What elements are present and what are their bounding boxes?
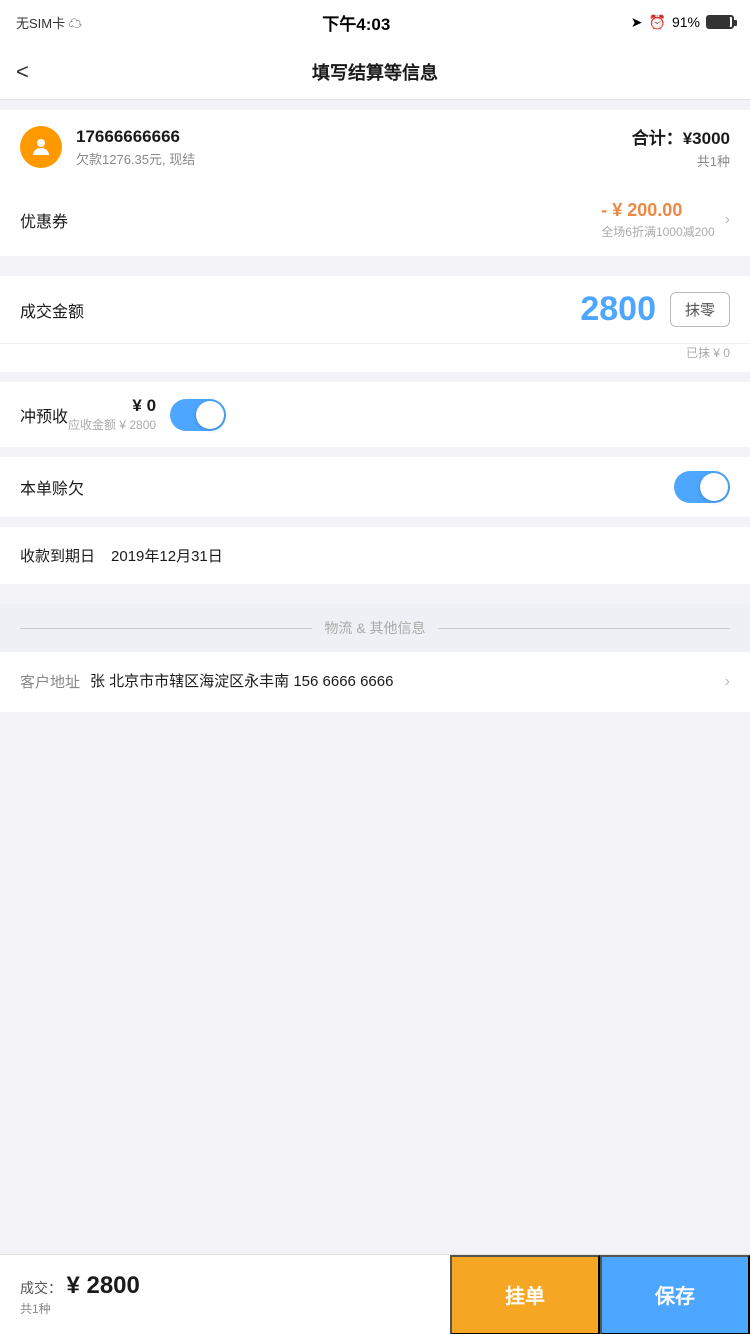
- prepay-section: 冲预收 ¥ 0 应收金额 ¥ 2800: [0, 382, 750, 447]
- prepay-row: 冲预收 ¥ 0 应收金额 ¥ 2800: [0, 382, 750, 447]
- direction-icon: ➤: [631, 14, 643, 31]
- header-line-right: [438, 628, 730, 629]
- bottom-amount: ¥ 2800: [66, 1272, 139, 1299]
- deal-amount-sub: 已抹 ¥ 0: [686, 346, 730, 360]
- hold-button[interactable]: 挂单: [450, 1255, 600, 1334]
- battery-percent: 91%: [672, 14, 700, 30]
- coupon-desc: 全场6折满1000减200: [601, 223, 714, 240]
- due-date-row: 收款到期日 2019年12月31日: [0, 527, 750, 584]
- bottom-bar: 成交： ¥ 2800 共1种 挂单 保存: [0, 1254, 750, 1334]
- credit-toggle[interactable]: [674, 471, 730, 503]
- due-date-section: 收款到期日 2019年12月31日: [0, 527, 750, 584]
- coupon-info: - ¥ 200.00 全场6折满1000减200: [601, 200, 714, 240]
- spacer-1: [0, 266, 750, 276]
- status-bar: 无SIM卡 ☁ 下午4:03 ➤ ⏰ 91%: [0, 0, 750, 44]
- bottom-deal-line: 成交： ¥ 2800: [20, 1272, 430, 1300]
- status-right: ➤ ⏰ 91%: [631, 14, 734, 31]
- customer-total: 合计：¥3000 共1种: [632, 124, 730, 170]
- bottom-count: 共1种: [20, 1300, 430, 1317]
- credit-section: 本单赊欠: [0, 457, 750, 517]
- deal-amount-row: 成交金额 2800 抹零: [0, 276, 750, 344]
- battery-fill: [708, 17, 730, 27]
- prepay-right: ¥ 0 应收金额 ¥ 2800: [68, 396, 156, 433]
- bottom-deal-label: 成交：: [20, 1280, 62, 1296]
- coupon-chevron: ›: [725, 211, 730, 229]
- total-value: ¥3000: [683, 129, 730, 148]
- credit-toggle-knob: [700, 473, 728, 501]
- round-button[interactable]: 抹零: [670, 292, 730, 327]
- bottom-spacer: [0, 722, 750, 802]
- alarm-icon: ⏰: [649, 14, 666, 31]
- total-count: 共1种: [632, 151, 730, 170]
- spacer-3: [0, 594, 750, 604]
- customer-info: 17666666666 欠款1276.35元, 现结: [76, 127, 632, 168]
- back-button[interactable]: <: [16, 61, 29, 83]
- prepay-toggle-knob: [196, 401, 224, 429]
- address-section: 客户地址 张 北京市市辖区海淀区永丰南 156 6666 6666 ›: [0, 652, 750, 712]
- status-time: 下午4:03: [322, 10, 390, 35]
- header-line-left: [20, 628, 312, 629]
- coupon-right: - ¥ 200.00 全场6折满1000减200 ›: [601, 200, 730, 240]
- prepay-amount: ¥ 0: [132, 396, 156, 416]
- total-label: 合计：: [632, 129, 683, 148]
- logistics-label: 物流 & 其他信息: [324, 618, 425, 638]
- save-button[interactable]: 保存: [600, 1255, 750, 1334]
- deal-amount-number: 2800: [580, 290, 656, 329]
- battery-bar: [706, 15, 734, 29]
- address-value: 张 北京市市辖区海淀区永丰南 156 6666 6666: [90, 670, 725, 694]
- no-sim-text: 无SIM卡 ☁: [16, 13, 82, 32]
- coupon-discount: - ¥ 200.00: [601, 200, 714, 221]
- prepay-label: 冲预收: [20, 403, 68, 427]
- customer-phone: 17666666666: [76, 127, 632, 147]
- nav-bar: < 填写结算等信息: [0, 44, 750, 100]
- address-key: 客户地址: [20, 670, 90, 692]
- logistics-header: 物流 & 其他信息: [0, 604, 750, 652]
- coupon-label: 优惠券: [20, 208, 601, 232]
- address-row[interactable]: 客户地址 张 北京市市辖区海淀区永丰南 156 6666 6666 ›: [0, 652, 750, 712]
- total-amount: 合计：¥3000: [632, 124, 730, 149]
- due-date-label: 收款到期日: [20, 545, 95, 566]
- page-title: 填写结算等信息: [312, 59, 438, 85]
- address-chevron: ›: [725, 673, 730, 691]
- customer-row: 17666666666 欠款1276.35元, 现结 合计：¥3000 共1种: [0, 110, 750, 184]
- customer-note: 欠款1276.35元, 现结: [76, 149, 632, 168]
- coupon-row[interactable]: 优惠券 - ¥ 200.00 全场6折满1000减200 ›: [0, 184, 750, 256]
- bottom-info: 成交： ¥ 2800 共1种: [0, 1272, 450, 1317]
- deal-amount-value-block: 2800 抹零: [84, 290, 730, 329]
- due-date-value: 2019年12月31日: [111, 545, 223, 566]
- deal-amount-section: 成交金额 2800 抹零 已抹 ¥ 0: [0, 276, 750, 372]
- credit-label: 本单赊欠: [20, 475, 84, 499]
- prepay-sub: 应收金额 ¥ 2800: [68, 416, 156, 433]
- status-left: 无SIM卡 ☁: [16, 13, 82, 32]
- prepay-toggle[interactable]: [170, 399, 226, 431]
- credit-row: 本单赊欠: [0, 457, 750, 517]
- deal-amount-sub-row: 已抹 ¥ 0: [0, 344, 750, 372]
- spacer-2: [0, 447, 750, 457]
- avatar: [20, 126, 62, 168]
- deal-amount-label: 成交金额: [20, 298, 84, 322]
